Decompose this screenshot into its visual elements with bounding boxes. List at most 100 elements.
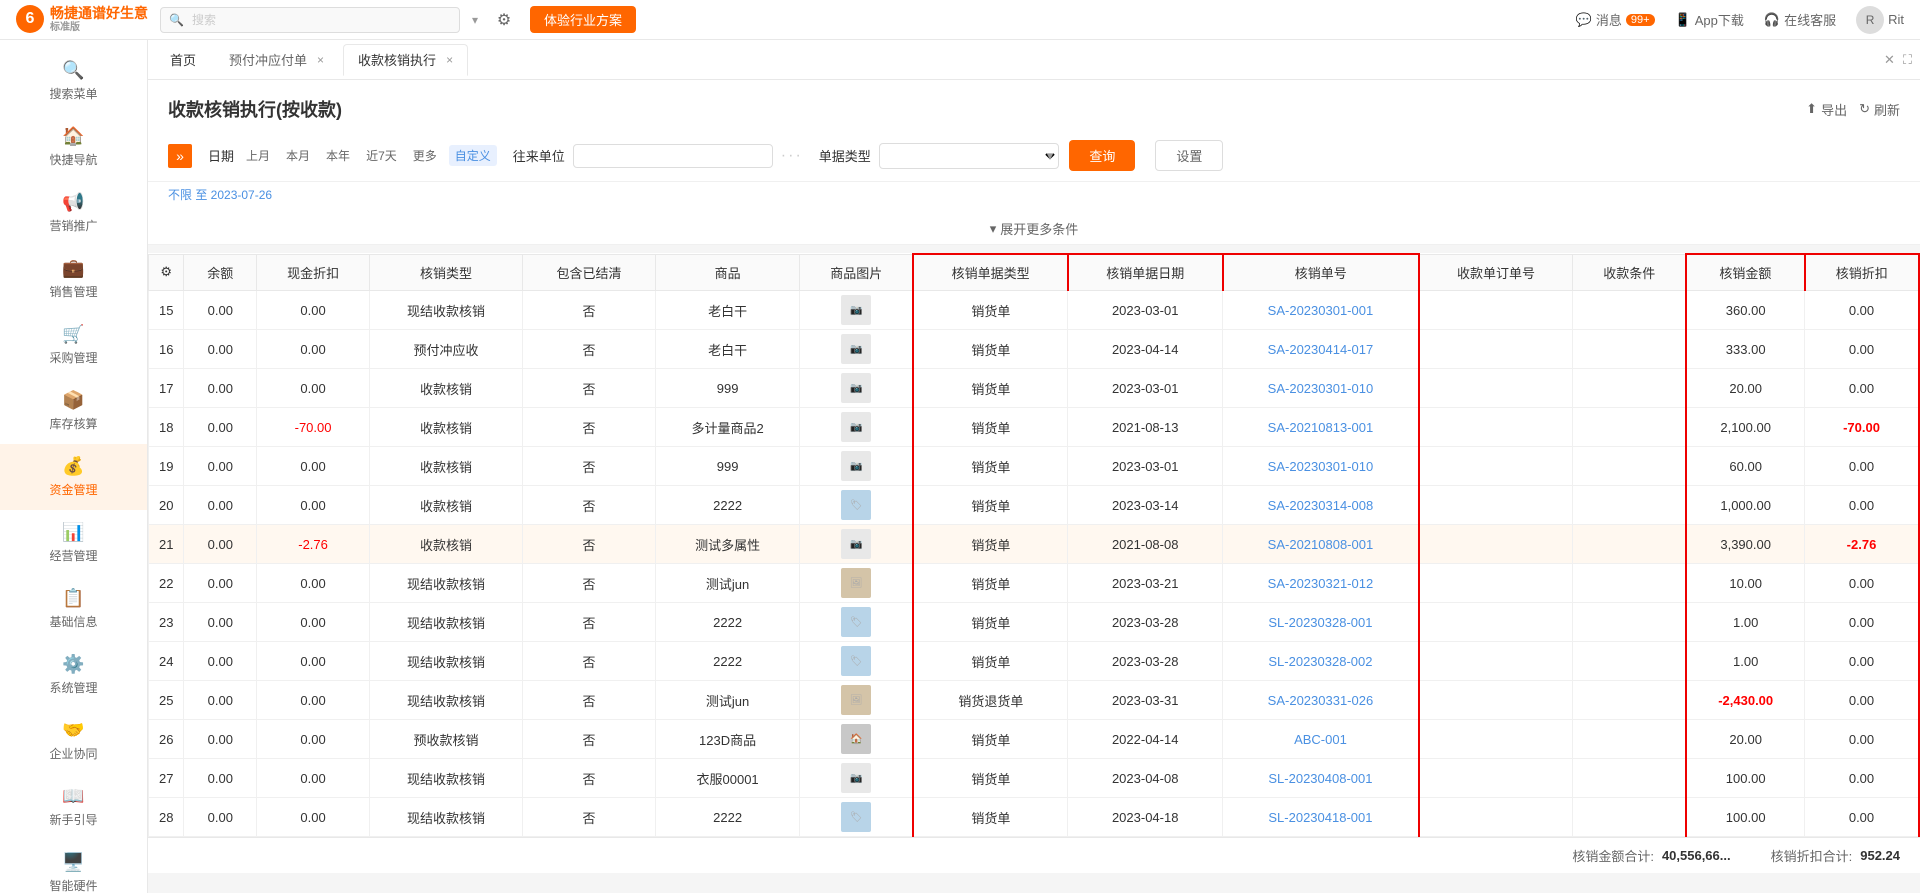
filter-expand-btn[interactable]: » xyxy=(168,144,192,168)
user-menu[interactable]: R Rit xyxy=(1856,6,1904,34)
row-bill-no[interactable]: SA-20210808-001 xyxy=(1223,525,1419,564)
goods-thumbnail: 📷 xyxy=(841,295,871,325)
sidebar-item-collab[interactable]: 🤝 企业协同 xyxy=(0,708,147,774)
row-bill-no[interactable]: SA-20230314-008 xyxy=(1223,486,1419,525)
row-bill-date: 2023-03-21 xyxy=(1068,564,1223,603)
row-goods: 2222 xyxy=(656,642,800,681)
search-box[interactable]: 🔍 搜索 xyxy=(160,7,460,33)
footer-amount-value: 40,556,66... xyxy=(1662,848,1731,863)
settings-btn[interactable]: 设置 xyxy=(1155,140,1223,171)
row-bill-no[interactable]: SA-20230301-001 xyxy=(1223,291,1419,330)
tab-prepay-close[interactable]: × xyxy=(317,53,324,67)
row-type: 收款核销 xyxy=(370,447,523,486)
row-no: 19 xyxy=(149,447,184,486)
tab-home[interactable]: 首页 xyxy=(156,50,210,69)
row-bill-no[interactable]: SA-20230414-017 xyxy=(1223,330,1419,369)
row-bill-no[interactable]: SA-20230331-026 xyxy=(1223,681,1419,720)
row-balance: 0.00 xyxy=(184,330,257,369)
query-btn[interactable]: 查询 xyxy=(1069,140,1135,171)
app-label: App下载 xyxy=(1695,10,1744,29)
tab-expand-icon[interactable]: ⛶ xyxy=(1903,52,1912,68)
page-actions: ⬆ 导出 ↻ 刷新 xyxy=(1806,100,1900,119)
row-bill-no[interactable]: SA-20210813-001 xyxy=(1223,408,1419,447)
row-goods-img: 🖼 xyxy=(800,564,914,603)
th-discount: 核销折扣 xyxy=(1805,254,1920,291)
row-bill-no[interactable]: SL-20230408-001 xyxy=(1223,759,1419,798)
main: 首页 预付冲应付单 × 收款核销执行 × ✕ ⛶ 收款核销执行(按收款) ⬆ xyxy=(148,40,1920,893)
sidebar-item-guide[interactable]: 📖 新手引导 xyxy=(0,774,147,840)
row-bill-date: 2021-08-08 xyxy=(1068,525,1223,564)
tab-prepay[interactable]: 预付冲应付单 × xyxy=(214,44,339,76)
row-bill-no[interactable]: SL-20230418-001 xyxy=(1223,798,1419,837)
from-input[interactable] xyxy=(573,144,773,168)
row-goods: 2222 xyxy=(656,486,800,525)
goods-thumbnail: 🏠 xyxy=(841,724,871,754)
goods-thumbnail: 🏷 xyxy=(841,490,871,520)
row-bill-no[interactable]: SL-20230328-001 xyxy=(1223,603,1419,642)
industry-btn[interactable]: 体验行业方案 xyxy=(530,6,636,33)
table-footer: 核销金额合计: 40,556,66... 核销折扣合计: 952.24 xyxy=(148,837,1920,873)
row-discount: 0.00 xyxy=(1805,642,1920,681)
row-goods-img: 📷 xyxy=(800,369,914,408)
sidebar-item-purchase[interactable]: 🛒 采购管理 xyxy=(0,312,147,378)
search-dropdown[interactable]: ▾ xyxy=(472,13,478,27)
sidebar-item-management[interactable]: 📊 经营管理 xyxy=(0,510,147,576)
settings-icon[interactable]: ⚙ xyxy=(490,6,518,34)
bill-type-select[interactable] xyxy=(879,143,1059,169)
row-bill-no[interactable]: SA-20230301-010 xyxy=(1223,447,1419,486)
date-7days[interactable]: 近7天 xyxy=(362,145,401,166)
date-more[interactable]: 更多 xyxy=(409,145,441,166)
row-bill-no[interactable]: SL-20230328-002 xyxy=(1223,642,1419,681)
hardware-icon: 🖥️ xyxy=(62,852,84,873)
row-amount: 100.00 xyxy=(1686,798,1804,837)
service-btn[interactable]: 🎧 在线客服 xyxy=(1764,10,1836,29)
row-type: 现结收款核销 xyxy=(370,759,523,798)
footer-discount-label: 核销折扣合计: xyxy=(1771,846,1853,865)
expand-more-btn[interactable]: ▾ 展开更多条件 xyxy=(990,219,1079,238)
sidebar-item-search[interactable]: 🔍 搜索菜单 xyxy=(0,48,147,114)
row-amount: 60.00 xyxy=(1686,447,1804,486)
sidebar-item-system[interactable]: ⚙️ 系统管理 xyxy=(0,642,147,708)
sidebar-item-finance[interactable]: 💰 资金管理 xyxy=(0,444,147,510)
row-bill-no[interactable]: ABC-001 xyxy=(1223,720,1419,759)
row-amount: 3,390.00 xyxy=(1686,525,1804,564)
sidebar-item-hardware[interactable]: 🖥️ 智能硬件 xyxy=(0,840,147,893)
app-logo: 6 畅捷通谱好生意 标准版 xyxy=(16,5,148,34)
th-gear[interactable]: ⚙ xyxy=(149,254,184,291)
tab-receivable-close[interactable]: × xyxy=(446,53,453,67)
sidebar-item-sales[interactable]: 💼 销售管理 xyxy=(0,246,147,312)
refresh-btn[interactable]: ↻ 刷新 xyxy=(1859,100,1900,119)
top-right: 💬 消息 99+ 📱 App下载 🎧 在线客服 R Rit xyxy=(1576,6,1904,34)
sidebar-item-marketing[interactable]: 📢 营销推广 xyxy=(0,180,147,246)
finance-icon: 💰 xyxy=(62,456,84,477)
row-bill-no[interactable]: SA-20230321-012 xyxy=(1223,564,1419,603)
row-cash-discount: 0.00 xyxy=(257,330,370,369)
app-download-btn[interactable]: 📱 App下载 xyxy=(1675,10,1744,29)
sidebar-item-inventory[interactable]: 📦 库存核算 xyxy=(0,378,147,444)
date-prev-month[interactable]: 上月 xyxy=(242,145,274,166)
tab-receivable[interactable]: 收款核销执行 × xyxy=(343,44,468,76)
row-discount: 0.00 xyxy=(1805,369,1920,408)
row-bill-no[interactable]: SA-20230301-010 xyxy=(1223,369,1419,408)
row-no: 27 xyxy=(149,759,184,798)
row-bill-type: 销货单 xyxy=(913,642,1068,681)
row-type: 现结收款核销 xyxy=(370,642,523,681)
sidebar-item-nav[interactable]: 🏠 快捷导航 xyxy=(0,114,147,180)
row-goods-img: 📷 xyxy=(800,291,914,330)
row-bill-type: 销货单 xyxy=(913,720,1068,759)
export-btn[interactable]: ⬆ 导出 xyxy=(1806,100,1847,119)
tab-close-icon[interactable]: ✕ xyxy=(1884,52,1895,68)
sidebar-label-system: 系统管理 xyxy=(49,679,97,696)
basic-icon: 📋 xyxy=(62,588,84,609)
th-order-no: 收款单订单号 xyxy=(1419,254,1573,291)
sidebar-item-basic[interactable]: 📋 基础信息 xyxy=(0,576,147,642)
msg-btn[interactable]: 💬 消息 99+ xyxy=(1576,10,1655,29)
date-this-month[interactable]: 本月 xyxy=(282,145,314,166)
date-this-year[interactable]: 本年 xyxy=(322,145,354,166)
goods-thumbnail: 🖼 xyxy=(841,685,871,715)
row-bill-date: 2023-03-01 xyxy=(1068,291,1223,330)
table-scroll[interactable]: ⚙ 余额 现金折扣 核销类型 包含已结清 商品 商品图片 核销单据类型 核销单据… xyxy=(148,253,1920,837)
date-custom[interactable]: 自定义 xyxy=(449,145,497,166)
filter-from-group: 往来单位 ··· xyxy=(513,144,803,168)
logo-icon: 6 xyxy=(16,5,44,33)
